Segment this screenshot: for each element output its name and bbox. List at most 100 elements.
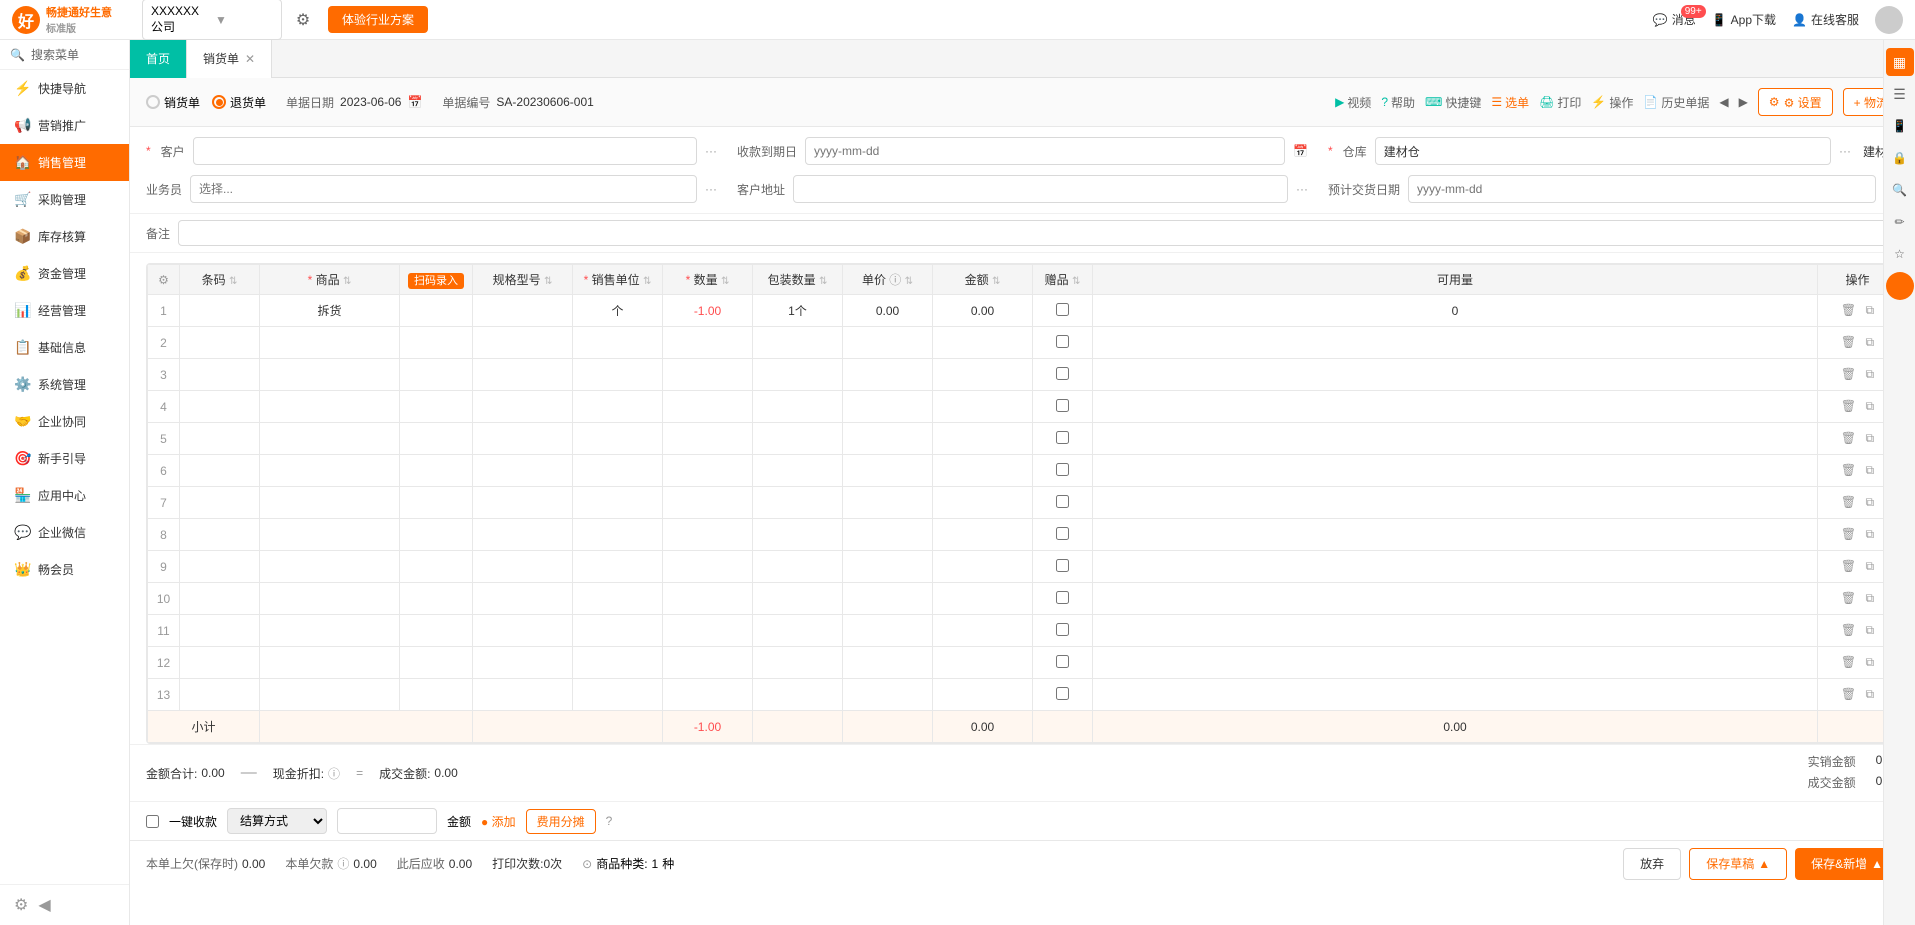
row-spec-2[interactable] (473, 327, 573, 359)
delete-icon-10[interactable]: 🗑 (1841, 591, 1856, 605)
row-barcode-11[interactable] (180, 615, 260, 647)
row-gift-10[interactable] (1033, 583, 1093, 615)
operate-btn[interactable]: ⚡ 操作 (1591, 94, 1633, 111)
delete-icon-5[interactable]: 🗑 (1841, 431, 1856, 445)
one-click-payment-checkbox[interactable] (146, 815, 159, 828)
row-quantity-11[interactable] (663, 615, 753, 647)
delete-icon-6[interactable]: 🗑 (1841, 463, 1856, 477)
row-quantity-7[interactable] (663, 487, 753, 519)
copy-icon-7[interactable]: ⧉ (1866, 495, 1875, 509)
row-barcode-2[interactable] (180, 327, 260, 359)
row-unit-11[interactable] (573, 615, 663, 647)
copy-icon-6[interactable]: ⧉ (1866, 463, 1875, 477)
copy-icon-5[interactable]: ⧉ (1866, 431, 1875, 445)
row-pack-qty-10[interactable] (753, 583, 843, 615)
expected-date-input[interactable] (1408, 175, 1876, 203)
address-more-icon[interactable]: ··· (1296, 182, 1308, 196)
row-gift-8[interactable] (1033, 519, 1093, 551)
row-spec-12[interactable] (473, 647, 573, 679)
warehouse-input[interactable] (1375, 137, 1831, 165)
row-quantity-10[interactable] (663, 583, 753, 615)
copy-icon-12[interactable]: ⧉ (1866, 655, 1875, 669)
copy-icon-1[interactable]: ⧉ (1866, 303, 1875, 317)
copy-icon-2[interactable]: ⧉ (1866, 335, 1875, 349)
gift-checkbox-13[interactable] (1056, 687, 1069, 700)
row-spec-4[interactable] (473, 391, 573, 423)
row-spec-13[interactable] (473, 679, 573, 711)
delete-icon-1[interactable]: 🗑 (1841, 303, 1856, 317)
row-unit-price-12[interactable] (843, 647, 933, 679)
sidebar-settings-icon[interactable]: ⚙ (14, 895, 28, 915)
delete-icon-2[interactable]: 🗑 (1841, 335, 1856, 349)
row-barcode-3[interactable] (180, 359, 260, 391)
row-quantity-3[interactable] (663, 359, 753, 391)
product-type-radio-icon[interactable]: ⊙ (582, 857, 592, 871)
sidebar-item-marketing[interactable]: 📢 营销推广 (0, 107, 129, 144)
message-button[interactable]: 💬 消息 99+ (1653, 11, 1696, 28)
row-quantity-2[interactable] (663, 327, 753, 359)
delete-icon-12[interactable]: 🗑 (1841, 655, 1856, 669)
right-icon-edit[interactable]: ✏ (1886, 208, 1914, 236)
row-unit-7[interactable] (573, 487, 663, 519)
row-unit-4[interactable] (573, 391, 663, 423)
cash-discount-info-icon[interactable]: ⓘ (328, 765, 340, 782)
row-amount-10[interactable] (933, 583, 1033, 615)
row-amount-7[interactable] (933, 487, 1033, 519)
row-unit-2[interactable] (573, 327, 663, 359)
row-gift-7[interactable] (1033, 487, 1093, 519)
sidebar-item-base[interactable]: 📋 基础信息 (0, 329, 129, 366)
customer-address-input[interactable] (793, 175, 1288, 203)
row-quantity-1[interactable]: -1.00 (663, 295, 753, 327)
save-draft-btn[interactable]: 保存草稿 ▲ (1689, 848, 1787, 880)
delete-icon-13[interactable]: 🗑 (1841, 687, 1856, 701)
row-quantity-4[interactable] (663, 391, 753, 423)
row-barcode-6[interactable] (180, 455, 260, 487)
shortcut-btn[interactable]: ⌨ 快捷键 (1425, 94, 1481, 111)
row-gift-11[interactable] (1033, 615, 1093, 647)
gift-checkbox-5[interactable] (1056, 431, 1069, 444)
row-product-4[interactable] (260, 391, 400, 423)
abandon-btn[interactable]: 放弃 (1623, 848, 1681, 880)
sidebar-item-member[interactable]: 👑 畅会员 (0, 551, 129, 588)
salesperson-input[interactable] (190, 175, 697, 203)
row-unit-price-2[interactable] (843, 327, 933, 359)
gift-checkbox-8[interactable] (1056, 527, 1069, 540)
row-spec-11[interactable] (473, 615, 573, 647)
right-icon-table-view[interactable]: ▦ (1886, 48, 1914, 76)
sidebar-collapse-icon[interactable]: ◀ (38, 895, 50, 915)
history-btn[interactable]: 📄 历史单据 (1643, 94, 1709, 111)
right-icon-orange[interactable] (1886, 272, 1914, 300)
row-gift-12[interactable] (1033, 647, 1093, 679)
right-icon-search[interactable]: 🔍 (1886, 176, 1914, 204)
row-barcode-1[interactable] (180, 295, 260, 327)
sidebar-item-finance[interactable]: 💰 资金管理 (0, 255, 129, 292)
row-unit-price-8[interactable] (843, 519, 933, 551)
online-support-button[interactable]: 👤 在线客服 (1792, 11, 1859, 28)
row-amount-2[interactable] (933, 327, 1033, 359)
right-icon-star[interactable]: ☆ (1886, 240, 1914, 268)
customer-more-icon[interactable]: ··· (705, 144, 717, 158)
row-unit-13[interactable] (573, 679, 663, 711)
sidebar-item-sales[interactable]: 🏠 销售管理 (0, 144, 129, 181)
row-pack-qty-13[interactable] (753, 679, 843, 711)
tab-sales-order[interactable]: 销货单 ✕ (187, 40, 272, 78)
help-btn[interactable]: ? 帮助 (1381, 94, 1415, 111)
delete-icon-9[interactable]: 🗑 (1841, 559, 1856, 573)
row-unit-12[interactable] (573, 647, 663, 679)
row-gift-2[interactable] (1033, 327, 1093, 359)
gift-checkbox-12[interactable] (1056, 655, 1069, 668)
row-quantity-9[interactable] (663, 551, 753, 583)
row-unit-5[interactable] (573, 423, 663, 455)
row-unit-price-10[interactable] (843, 583, 933, 615)
row-unit-price-11[interactable] (843, 615, 933, 647)
row-pack-qty-4[interactable] (753, 391, 843, 423)
row-barcode-9[interactable] (180, 551, 260, 583)
gift-checkbox-10[interactable] (1056, 591, 1069, 604)
row-unit-9[interactable] (573, 551, 663, 583)
row-product-7[interactable] (260, 487, 400, 519)
sidebar-item-wechat[interactable]: 💬 企业微信 (0, 514, 129, 551)
row-product-10[interactable] (260, 583, 400, 615)
settings-icon[interactable]: ⚙ (288, 5, 318, 35)
copy-icon-11[interactable]: ⧉ (1866, 623, 1875, 637)
row-product-9[interactable] (260, 551, 400, 583)
